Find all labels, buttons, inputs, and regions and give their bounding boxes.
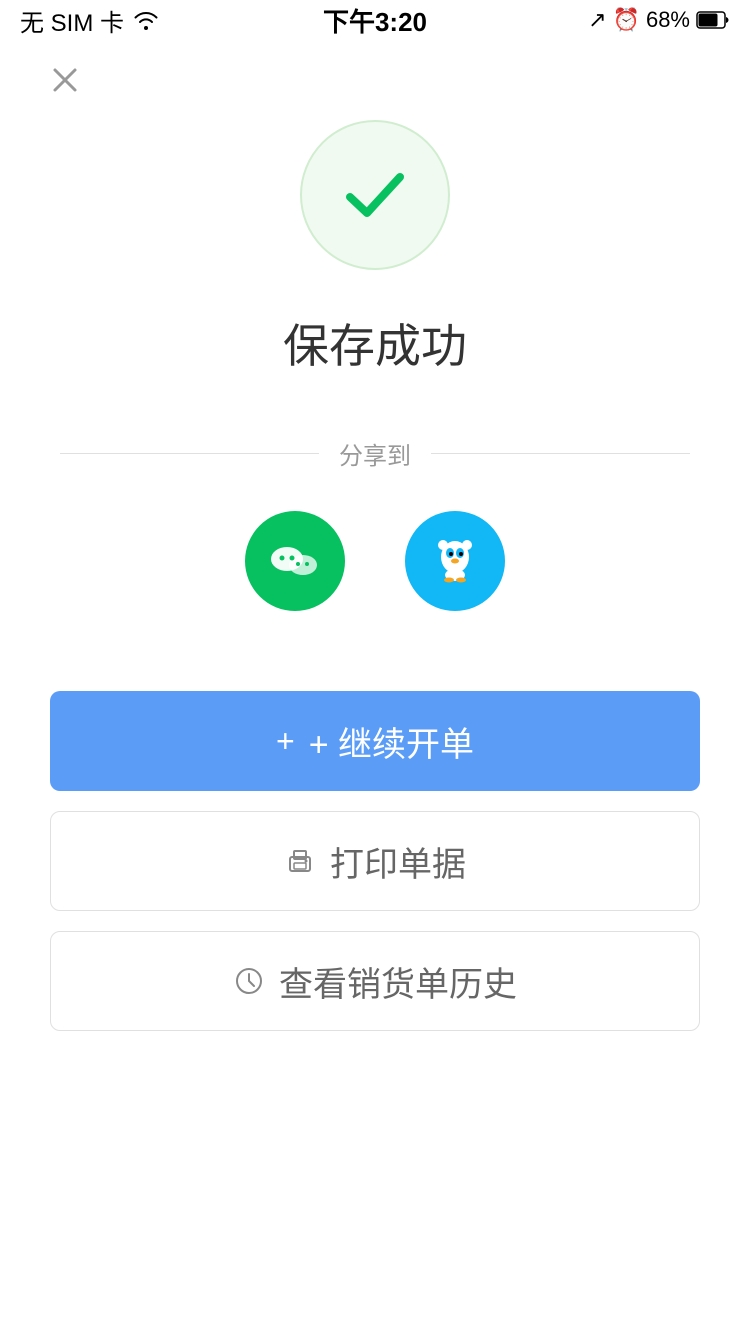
- location-icon: ↗: [588, 7, 606, 33]
- sim-status: 无 SIM 卡: [20, 3, 124, 38]
- status-left: 无 SIM 卡: [20, 3, 160, 38]
- share-label: 分享到: [319, 436, 431, 471]
- print-label: 打印单据: [330, 837, 466, 886]
- divider-left: [60, 453, 319, 454]
- wechat-icon: [265, 531, 325, 591]
- close-button[interactable]: [40, 55, 90, 105]
- print-button[interactable]: 打印单据: [50, 811, 700, 911]
- main-content: 保存成功 分享到: [0, 40, 750, 1031]
- wifi-icon: [132, 10, 160, 30]
- success-title: 保存成功: [283, 310, 467, 376]
- divider-right: [431, 453, 690, 454]
- continue-label: + 继续开单: [309, 717, 474, 766]
- status-bar: 无 SIM 卡 下午3:20 ↗ ⏰ 68%: [0, 0, 750, 40]
- wechat-share-button[interactable]: [245, 511, 345, 611]
- history-label: 查看销货单历史: [279, 957, 517, 1006]
- battery-percent: 68%: [646, 7, 690, 33]
- close-icon: [49, 64, 81, 96]
- history-button[interactable]: 查看销货单历史: [50, 931, 700, 1031]
- continue-button[interactable]: + + 继续开单: [50, 691, 700, 791]
- share-divider: 分享到: [0, 436, 750, 471]
- share-icons: [245, 511, 505, 611]
- history-icon: [233, 965, 265, 997]
- print-icon: [284, 845, 316, 877]
- plus-icon: +: [276, 723, 295, 760]
- battery-icon: [696, 11, 730, 29]
- qq-icon: [425, 531, 485, 591]
- check-icon: [335, 155, 415, 235]
- qq-share-button[interactable]: [405, 511, 505, 611]
- alarm-icon: ⏰: [613, 7, 640, 33]
- status-right: ↗ ⏰ 68%: [588, 7, 730, 33]
- action-buttons: + + 继续开单 打印单据 查看销货单历史: [0, 691, 750, 1031]
- success-circle: [300, 120, 450, 270]
- status-time: 下午3:20: [323, 2, 427, 39]
